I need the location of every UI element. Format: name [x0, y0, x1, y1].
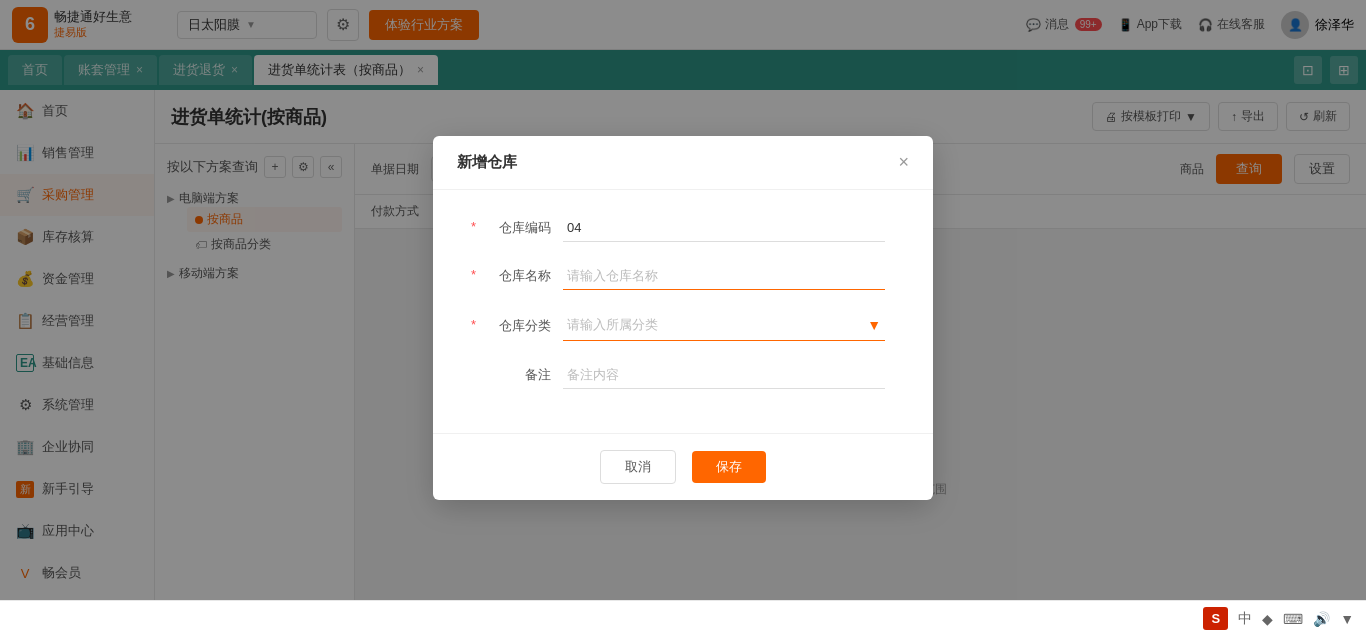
- cancel-button[interactable]: 取消: [600, 450, 676, 484]
- form-row-name: 仓库名称: [481, 262, 885, 290]
- s-icon: S: [1211, 611, 1220, 626]
- modal-title: 新增仓库: [457, 153, 517, 172]
- bottom-bar: S 中 ◆ ⌨ 🔊 ▼: [0, 600, 1366, 636]
- code-label: 仓库编码: [481, 219, 551, 237]
- remark-label: 备注: [481, 366, 551, 384]
- modal-body: 仓库编码 仓库名称 仓库分类 请输入所属分类 ▼ 备注: [433, 190, 933, 433]
- modal-close-btn[interactable]: ×: [898, 152, 909, 173]
- save-button[interactable]: 保存: [692, 451, 766, 483]
- category-select[interactable]: 请输入所属分类 ▼: [563, 310, 885, 341]
- diamond-icon[interactable]: ◆: [1262, 611, 1273, 627]
- form-row-code: 仓库编码: [481, 214, 885, 242]
- keyboard-icon[interactable]: ⌨: [1283, 611, 1303, 627]
- form-row-remark: 备注: [481, 361, 885, 389]
- category-placeholder: 请输入所属分类: [567, 316, 658, 334]
- speaker-icon[interactable]: 🔊: [1313, 611, 1330, 627]
- category-dropdown-arrow: ▼: [867, 317, 881, 333]
- remark-input[interactable]: [563, 361, 885, 389]
- chinese-icon[interactable]: 中: [1238, 610, 1252, 628]
- name-input[interactable]: [563, 262, 885, 290]
- splus-icon-btn[interactable]: S: [1203, 607, 1228, 630]
- modal-footer: 取消 保存: [433, 433, 933, 500]
- code-input[interactable]: [563, 214, 885, 242]
- name-label: 仓库名称: [481, 267, 551, 285]
- modal-add-warehouse: 新增仓库 × 仓库编码 仓库名称 仓库分类 请输入所属分类 ▼: [433, 136, 933, 500]
- form-row-category: 仓库分类 请输入所属分类 ▼: [481, 310, 885, 341]
- category-label: 仓库分类: [481, 317, 551, 335]
- modal-overlay: 新增仓库 × 仓库编码 仓库名称 仓库分类 请输入所属分类 ▼: [0, 0, 1366, 636]
- dropdown-icon[interactable]: ▼: [1340, 611, 1354, 627]
- modal-header: 新增仓库 ×: [433, 136, 933, 190]
